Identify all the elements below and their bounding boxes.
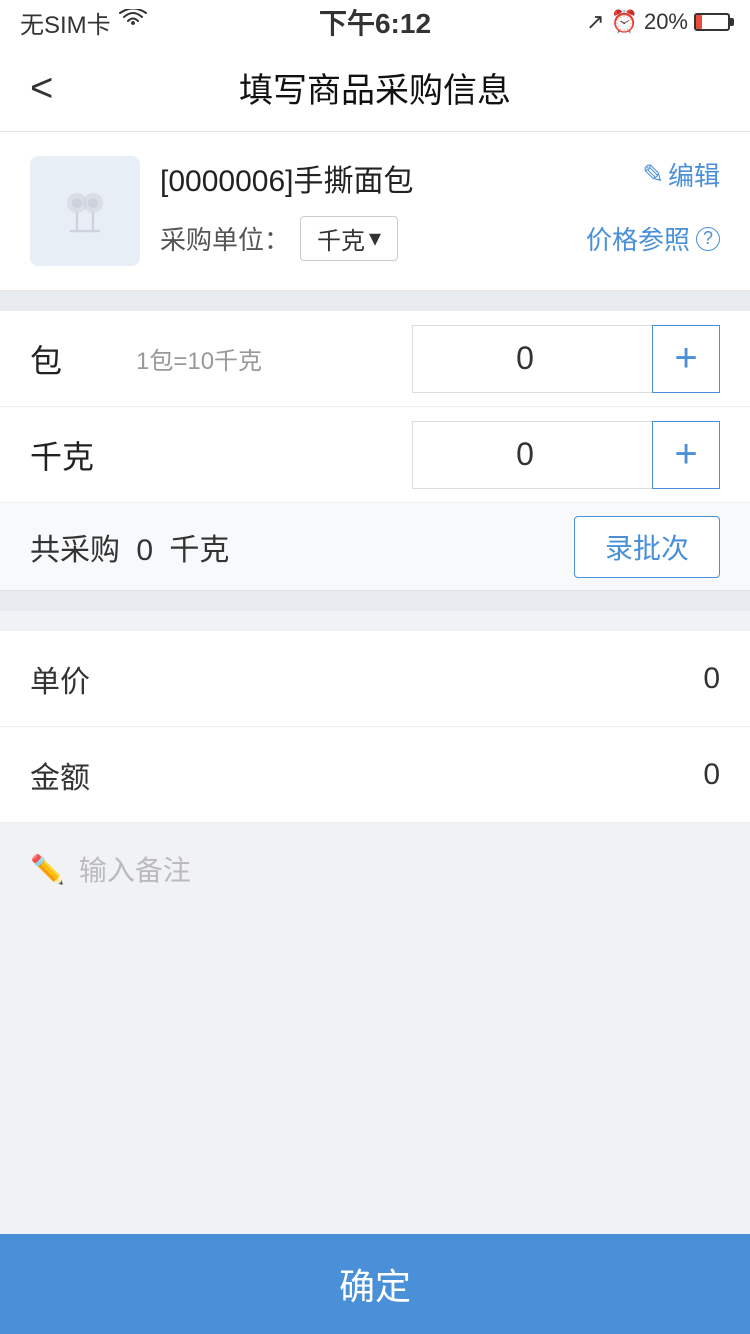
unit-price-label: 单价 [30,657,90,701]
quantity-input-bag[interactable] [412,325,652,393]
price-ref-button[interactable]: 价格参照 ? [586,220,720,257]
chevron-down-icon: ▾ [369,224,381,253]
nav-bar: < 填写商品采购信息 [0,44,750,132]
section-divider-2 [0,591,750,611]
confirm-button[interactable]: 确定 [0,1234,750,1334]
quantity-sublabel-bag: 1包=10千克 [136,341,262,376]
edit-label: 编辑 [668,156,720,193]
unit-price-value: 0 [703,662,720,696]
product-info: [0000006]手撕面包 ✎ 编辑 采购单位： 千克 ▾ 价格参照 ? [160,156,720,261]
edit-button[interactable]: ✎ 编辑 [642,156,720,193]
record-batch-button[interactable]: 录批次 [574,516,720,578]
product-footer: 采购单位： 千克 ▾ 价格参照 ? [160,216,720,261]
quantity-control-bag: + [412,325,720,393]
back-button[interactable]: < [30,68,53,108]
alarm-icon: ⏰ [611,9,638,35]
total-unit: 千克 [169,534,229,567]
note-placeholder: 输入备注 [79,849,191,889]
wifi-icon [119,8,147,36]
price-info-section: 单价 0 金额 0 [0,631,750,823]
total-text: 共采购 0 千克 [30,525,229,569]
product-name: [0000006]手撕面包 [160,156,413,200]
quantity-section: 包 1包=10千克 + 千克 + [0,311,750,503]
quantity-control-kg: + [412,421,720,489]
total-amount: 0 [136,534,153,567]
price-ref-label: 价格参照 [586,220,690,257]
product-image [30,156,140,266]
unit-label: 采购单位： 千克 ▾ [160,216,398,261]
battery-indicator [694,13,730,31]
status-time: 下午6:12 [319,2,431,42]
status-right: ↗ ⏰ 20% [586,9,730,35]
page-title: 填写商品采购信息 [239,63,511,112]
section-divider-1 [0,291,750,311]
quantity-plus-kg[interactable]: + [652,421,720,489]
battery-pct: 20% [644,9,688,35]
help-icon: ? [696,227,720,251]
quantity-label-bag: 包 [30,336,130,382]
quantity-plus-bag[interactable]: + [652,325,720,393]
product-card: [0000006]手撕面包 ✎ 编辑 采购单位： 千克 ▾ 价格参照 ? [0,132,750,291]
quantity-label-kg: 千克 [30,432,130,478]
unit-value: 千克 [317,221,365,256]
edit-icon: ✎ [642,159,664,190]
carrier-label: 无SIM卡 [20,5,111,40]
quantity-row-bag: 包 1包=10千克 + [0,311,750,407]
note-section[interactable]: ✏️ 输入备注 [0,823,750,915]
pencil-icon: ✏️ [30,853,65,886]
status-bar: 无SIM卡 下午6:12 ↗ ⏰ 20% [0,0,750,44]
product-header: [0000006]手撕面包 ✎ 编辑 [160,156,720,200]
unit-price-row: 单价 0 [0,631,750,727]
total-row: 共采购 0 千克 录批次 [0,503,750,591]
unit-prefix: 采购单位： [160,220,290,257]
quantity-row-kg: 千克 + [0,407,750,503]
amount-label: 金额 [30,753,90,797]
status-left: 无SIM卡 [20,5,147,40]
empty-area [0,915,750,1215]
amount-value: 0 [703,758,720,792]
location-icon: ↗ [586,9,604,35]
unit-select-dropdown[interactable]: 千克 ▾ [300,216,398,261]
quantity-input-kg[interactable] [412,421,652,489]
total-label: 共采购 [30,534,120,567]
amount-row: 金额 0 [0,727,750,823]
